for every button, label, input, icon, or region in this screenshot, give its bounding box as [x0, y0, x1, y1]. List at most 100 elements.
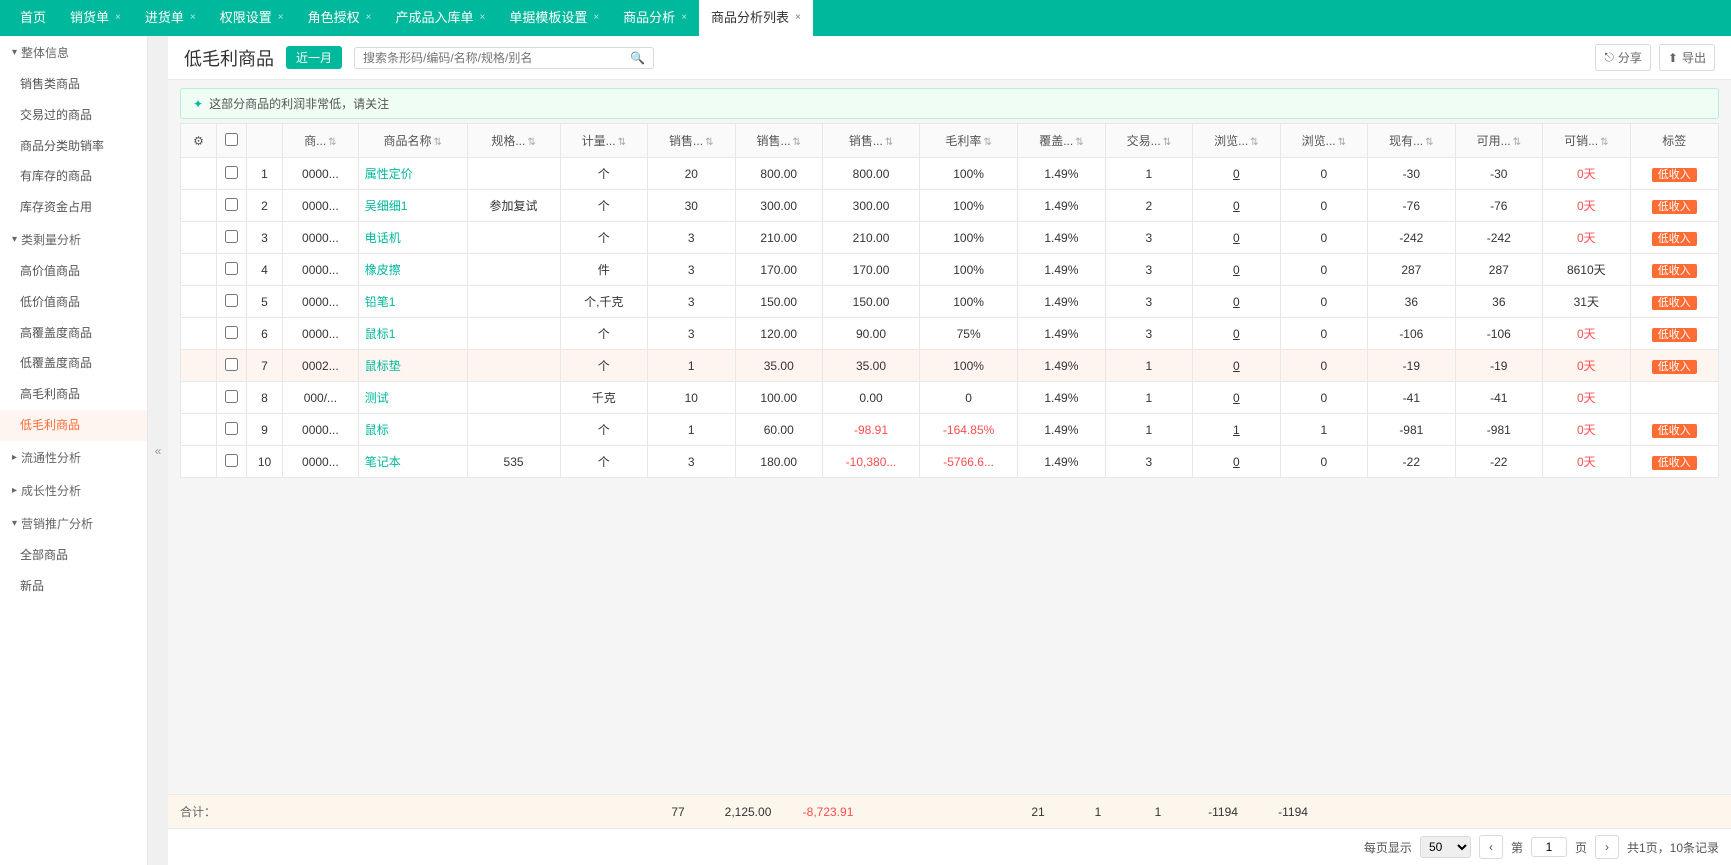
nav-goods-analysis-list[interactable]: 商品分析列表 × [699, 0, 813, 36]
sidebar-item-stock-capital[interactable]: 库存资金占用 [0, 192, 147, 223]
sidebar-item-sales-goods[interactable]: 销售类商品 [0, 69, 147, 100]
row-checkbox[interactable] [225, 262, 238, 275]
nav-products-close-icon[interactable]: × [479, 0, 485, 36]
cell-name[interactable]: 鼠标垫 [358, 350, 467, 382]
browse1-link[interactable]: 1 [1233, 423, 1240, 437]
sidebar-group-remaining[interactable]: ▾ 类剩量分析 [0, 223, 147, 256]
row-checkbox[interactable] [225, 166, 238, 179]
th-check[interactable] [217, 124, 247, 158]
cell-name[interactable]: 电话机 [358, 222, 467, 254]
th-browse2[interactable]: 浏览...⇅ [1280, 124, 1367, 158]
nav-permissions-close-icon[interactable]: × [278, 0, 284, 36]
cell-check[interactable] [217, 350, 247, 382]
sidebar-item-traded-goods[interactable]: 交易过的商品 [0, 100, 147, 131]
cell-browse1[interactable]: 0 [1193, 222, 1280, 254]
sidebar-item-low-coverage[interactable]: 低覆盖度商品 [0, 348, 147, 379]
cell-browse1[interactable]: 0 [1193, 158, 1280, 190]
cell-browse1[interactable]: 0 [1193, 446, 1280, 478]
nav-goods-analysis-close-icon[interactable]: × [681, 0, 687, 36]
cell-check[interactable] [217, 158, 247, 190]
nav-roles-close-icon[interactable]: × [366, 0, 372, 36]
nav-products[interactable]: 产成品入库单 × [383, 0, 497, 36]
nav-goods-analysis-list-close-icon[interactable]: × [795, 0, 801, 36]
sidebar-item-category-rate[interactable]: 商品分类助销率 [0, 131, 147, 162]
share-button[interactable]: ⎋ 分享 [1595, 44, 1651, 71]
nav-purchase-close-icon[interactable]: × [190, 0, 196, 36]
th-settings[interactable]: ⚙ [181, 124, 217, 158]
sidebar-item-low-value[interactable]: 低价值商品 [0, 287, 147, 318]
sidebar-group-circulation[interactable]: ▸ 流通性分析 [0, 441, 147, 474]
nav-goods-analysis[interactable]: 商品分析 × [611, 0, 699, 36]
th-sales-profit[interactable]: 销售...⇅ [822, 124, 919, 158]
row-checkbox[interactable] [225, 390, 238, 403]
sidebar-item-all-goods[interactable]: 全部商品 [0, 540, 147, 571]
nav-templates-close-icon[interactable]: × [593, 0, 599, 36]
nav-templates[interactable]: 单据模板设置 × [497, 0, 611, 36]
page-number-input[interactable] [1531, 837, 1567, 857]
browse1-link[interactable]: 0 [1233, 167, 1240, 181]
page-size-select[interactable]: 50 20 100 [1420, 836, 1471, 858]
cell-browse1[interactable]: 0 [1193, 190, 1280, 222]
cell-check[interactable] [217, 382, 247, 414]
browse1-link[interactable]: 0 [1233, 327, 1240, 341]
nav-purchase[interactable]: 进货单 × [133, 0, 208, 36]
th-current-stock[interactable]: 现有...⇅ [1368, 124, 1455, 158]
nav-roles[interactable]: 角色授权 × [296, 0, 384, 36]
search-icon[interactable]: 🔍 [630, 51, 645, 65]
check-all[interactable] [225, 133, 238, 146]
sidebar-group-marketing[interactable]: ▾ 营销推广分析 [0, 507, 147, 540]
cell-browse1[interactable]: 0 [1193, 382, 1280, 414]
row-checkbox[interactable] [225, 326, 238, 339]
browse1-link[interactable]: 0 [1233, 263, 1240, 277]
th-available[interactable]: 可用...⇅ [1455, 124, 1542, 158]
cell-browse1[interactable]: 0 [1193, 350, 1280, 382]
cell-name[interactable]: 鼠标1 [358, 318, 467, 350]
cell-browse1[interactable]: 1 [1193, 414, 1280, 446]
nav-permissions[interactable]: 权限设置 × [208, 0, 296, 36]
nav-sales-close-icon[interactable]: × [115, 0, 121, 36]
browse1-link[interactable]: 0 [1233, 295, 1240, 309]
cell-name[interactable]: 铅笔1 [358, 286, 467, 318]
filter-button[interactable]: 近一月 [286, 46, 342, 69]
cell-name[interactable]: 吴细细1 [358, 190, 467, 222]
sidebar-item-in-stock[interactable]: 有库存的商品 [0, 161, 147, 192]
cell-check[interactable] [217, 446, 247, 478]
search-input[interactable] [363, 51, 624, 65]
cell-check[interactable] [217, 254, 247, 286]
th-name[interactable]: 商品名称⇅ [358, 124, 467, 158]
th-sales-price[interactable]: 销售...⇅ [735, 124, 822, 158]
sidebar-item-new-goods[interactable]: 新品 [0, 571, 147, 602]
row-checkbox[interactable] [225, 422, 238, 435]
row-checkbox[interactable] [225, 230, 238, 243]
th-unit[interactable]: 计量...⇅ [560, 124, 647, 158]
prev-page-button[interactable]: ‹ [1479, 835, 1503, 859]
sidebar-item-high-value[interactable]: 高价值商品 [0, 256, 147, 287]
row-checkbox[interactable] [225, 454, 238, 467]
th-gross-rate[interactable]: 毛利率⇅ [920, 124, 1018, 158]
nav-home[interactable]: 首页 [8, 0, 58, 36]
sidebar-collapse-button[interactable]: « [148, 36, 168, 865]
th-saleable[interactable]: 可销...⇅ [1543, 124, 1630, 158]
th-trade[interactable]: 交易...⇅ [1105, 124, 1192, 158]
cell-browse1[interactable]: 0 [1193, 318, 1280, 350]
cell-browse1[interactable]: 0 [1193, 254, 1280, 286]
export-button[interactable]: ⬆ 导出 [1659, 44, 1715, 71]
cell-check[interactable] [217, 286, 247, 318]
browse1-link[interactable]: 0 [1233, 199, 1240, 213]
browse1-link[interactable]: 0 [1233, 359, 1240, 373]
cell-name[interactable]: 笔记本 [358, 446, 467, 478]
cell-check[interactable] [217, 190, 247, 222]
sidebar-group-overall[interactable]: ▾ 整体信息 [0, 36, 147, 69]
cell-check[interactable] [217, 414, 247, 446]
sidebar-item-low-margin[interactable]: 低毛利商品 [0, 410, 147, 441]
th-spec[interactable]: 规格...⇅ [467, 124, 560, 158]
row-checkbox[interactable] [225, 358, 238, 371]
next-page-button[interactable]: › [1595, 835, 1619, 859]
cell-check[interactable] [217, 222, 247, 254]
cell-name[interactable]: 鼠标 [358, 414, 467, 446]
sidebar-group-growth[interactable]: ▸ 成长性分析 [0, 474, 147, 507]
sidebar-item-high-margin[interactable]: 高毛利商品 [0, 379, 147, 410]
th-sales-qty[interactable]: 销售...⇅ [648, 124, 735, 158]
th-browse1[interactable]: 浏览...⇅ [1193, 124, 1280, 158]
sidebar-item-high-coverage[interactable]: 高覆盖度商品 [0, 318, 147, 349]
